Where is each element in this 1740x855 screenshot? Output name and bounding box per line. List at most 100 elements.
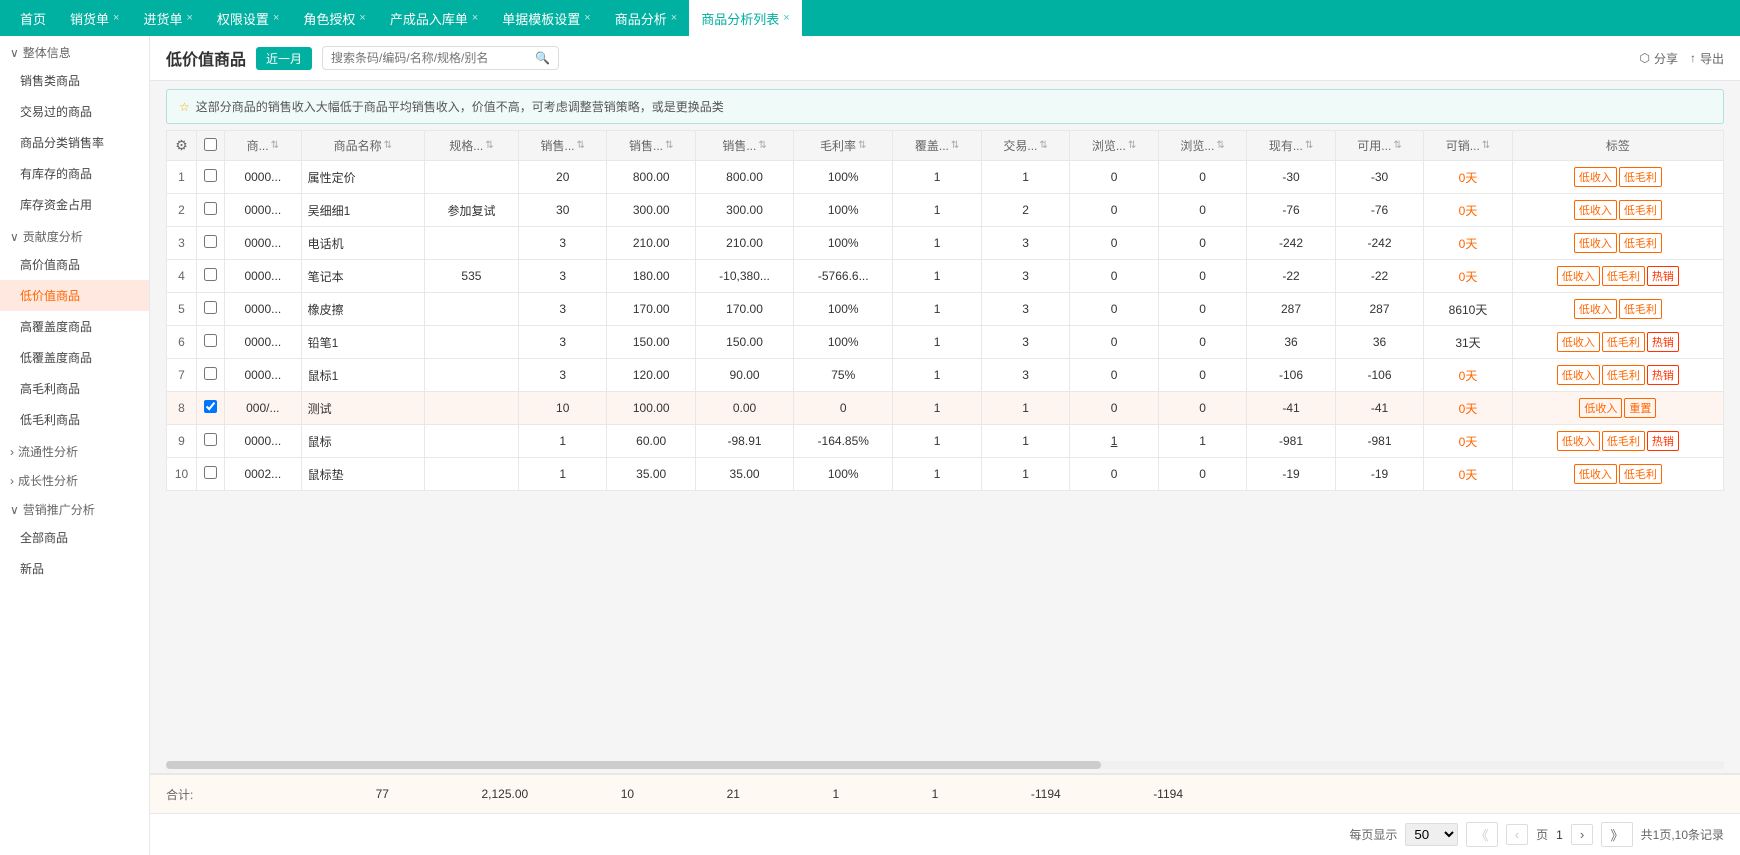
col-margin[interactable]: 毛利率⇅ xyxy=(794,131,893,161)
row-browse1[interactable]: 0 xyxy=(1070,392,1158,425)
sidebar-item-high-margin[interactable]: 高毛利商品 xyxy=(0,373,149,404)
row-select-checkbox[interactable] xyxy=(204,235,217,248)
nav-close-product-analysis[interactable]: × xyxy=(671,12,677,24)
row-select-checkbox[interactable] xyxy=(204,202,217,215)
period-button[interactable]: 近一月 xyxy=(256,47,312,70)
row-checkbox[interactable] xyxy=(197,326,225,359)
nav-product-entry[interactable]: 产成品入库单 × xyxy=(378,0,490,36)
col-trade[interactable]: 交易...⇅ xyxy=(981,131,1069,161)
sidebar-group-overall[interactable]: ∨ 整体信息 xyxy=(0,36,149,65)
row-checkbox[interactable] xyxy=(197,194,225,227)
sidebar-item-stock-capital[interactable]: 库存资金占用 xyxy=(0,189,149,220)
row-browse1[interactable]: 0 xyxy=(1070,227,1158,260)
col-name[interactable]: 商品名称⇅ xyxy=(301,131,424,161)
sidebar-item-in-stock[interactable]: 有库存的商品 xyxy=(0,158,149,189)
first-page-btn[interactable]: 《 xyxy=(1466,822,1497,847)
row-select-checkbox[interactable] xyxy=(204,334,217,347)
sidebar-group-contribution[interactable]: ∨ 贡献度分析 xyxy=(0,220,149,249)
row-browse1[interactable]: 0 xyxy=(1070,326,1158,359)
nav-close-product-entry[interactable]: × xyxy=(472,12,478,24)
nav-close-role[interactable]: × xyxy=(359,12,365,24)
nav-purchase[interactable]: 进货单 × xyxy=(131,0,204,36)
row-checkbox[interactable] xyxy=(197,458,225,491)
row-select-checkbox[interactable] xyxy=(204,466,217,479)
row-browse1[interactable]: 0 xyxy=(1070,359,1158,392)
col-browse1[interactable]: 浏览...⇅ xyxy=(1070,131,1158,161)
col-saleable[interactable]: 可销...⇅ xyxy=(1424,131,1512,161)
nav-product-analysis[interactable]: 商品分析 × xyxy=(603,0,689,36)
col-sales-avg[interactable]: 销售...⇅ xyxy=(695,131,793,161)
row-browse1[interactable]: 0 xyxy=(1070,260,1158,293)
next-page-btn[interactable]: › xyxy=(1571,824,1593,845)
horizontal-scrollbar[interactable] xyxy=(166,761,1724,769)
export-button[interactable]: ↑ 导出 xyxy=(1690,50,1724,67)
share-button[interactable]: ⬡ 分享 xyxy=(1639,50,1678,67)
sidebar-item-low-coverage[interactable]: 低覆盖度商品 xyxy=(0,342,149,373)
col-browse2[interactable]: 浏览...⇅ xyxy=(1158,131,1246,161)
col-sales-amount[interactable]: 销售...⇅ xyxy=(607,131,695,161)
col-current[interactable]: 现有...⇅ xyxy=(1247,131,1335,161)
col-qty[interactable]: 销售...⇅ xyxy=(518,131,606,161)
sidebar-item-low-value[interactable]: 低价值商品 xyxy=(0,280,149,311)
sidebar-item-all-products[interactable]: 全部商品 xyxy=(0,522,149,553)
sidebar-item-high-coverage[interactable]: 高覆盖度商品 xyxy=(0,311,149,342)
sidebar-group-growth[interactable]: › 成长性分析 xyxy=(0,464,149,493)
sort-icon-trade: ⇅ xyxy=(1039,140,1047,151)
search-icon[interactable]: 🔍 xyxy=(535,51,550,65)
browse1-link[interactable]: 1 xyxy=(1111,434,1118,448)
col-coverage[interactable]: 覆盖...⇅ xyxy=(893,131,981,161)
sidebar-item-sales-category[interactable]: 销售类商品 xyxy=(0,65,149,96)
select-all-checkbox[interactable] xyxy=(204,138,217,151)
col-spec[interactable]: 规格...⇅ xyxy=(424,131,518,161)
nav-role[interactable]: 角色授权 × xyxy=(291,0,377,36)
nav-product-analysis-list[interactable]: 商品分析列表 × xyxy=(689,0,801,36)
sidebar-item-new-products[interactable]: 新品 xyxy=(0,553,149,584)
row-browse1[interactable]: 1 xyxy=(1070,425,1158,458)
row-select-checkbox[interactable] xyxy=(204,169,217,182)
row-checkbox[interactable] xyxy=(197,359,225,392)
row-browse1[interactable]: 0 xyxy=(1070,293,1158,326)
row-checkbox[interactable] xyxy=(197,425,225,458)
settings-icon[interactable]: ⚙ xyxy=(175,137,188,153)
sidebar-group-marketing[interactable]: ∨ 营销推广分析 xyxy=(0,493,149,522)
per-page-select[interactable]: 50 100 200 xyxy=(1405,823,1458,846)
row-current: 36 xyxy=(1247,326,1335,359)
sidebar-item-high-value[interactable]: 高价值商品 xyxy=(0,249,149,280)
row-sales-amount: 300.00 xyxy=(607,194,695,227)
row-select-checkbox[interactable] xyxy=(204,268,217,281)
row-checkbox[interactable] xyxy=(197,392,225,425)
last-page-btn[interactable]: 》 xyxy=(1601,822,1632,847)
nav-template[interactable]: 单据模板设置 × xyxy=(490,0,602,36)
row-select-checkbox[interactable] xyxy=(204,301,217,314)
row-checkbox[interactable] xyxy=(197,161,225,194)
nav-close-purchase[interactable]: × xyxy=(186,12,192,24)
nav-sales-order[interactable]: 销货单 × xyxy=(58,0,131,36)
row-browse1[interactable]: 0 xyxy=(1070,458,1158,491)
sidebar-group-flow[interactable]: › 流通性分析 xyxy=(0,435,149,464)
share-icon: ⬡ xyxy=(1639,51,1649,65)
sidebar-item-category-sales-rate[interactable]: 商品分类销售率 xyxy=(0,127,149,158)
table-container[interactable]: ⚙ 商...⇅ 商品名称⇅ 规格...⇅ 销售...⇅ 销售...⇅ 销售...… xyxy=(150,130,1740,761)
scrollbar-thumb[interactable] xyxy=(166,761,1101,769)
nav-home[interactable]: 首页 xyxy=(8,0,58,36)
col-code[interactable]: 商...⇅ xyxy=(225,131,302,161)
search-input[interactable] xyxy=(331,51,531,65)
nav-permission[interactable]: 权限设置 × xyxy=(205,0,291,36)
row-browse1[interactable]: 0 xyxy=(1070,194,1158,227)
row-select-checkbox[interactable] xyxy=(204,433,217,446)
nav-close-list[interactable]: × xyxy=(783,12,789,24)
row-checkbox[interactable] xyxy=(197,293,225,326)
col-available[interactable]: 可用...⇅ xyxy=(1335,131,1423,161)
nav-close-permission[interactable]: × xyxy=(273,12,279,24)
col-gear[interactable]: ⚙ xyxy=(167,131,197,161)
nav-close-sales[interactable]: × xyxy=(113,12,119,24)
row-select-checkbox[interactable] xyxy=(204,400,217,413)
nav-close-template[interactable]: × xyxy=(584,12,590,24)
row-select-checkbox[interactable] xyxy=(204,367,217,380)
prev-page-btn[interactable]: ‹ xyxy=(1506,824,1528,845)
row-browse1[interactable]: 0 xyxy=(1070,161,1158,194)
sidebar-item-traded[interactable]: 交易过的商品 xyxy=(0,96,149,127)
row-checkbox[interactable] xyxy=(197,227,225,260)
row-checkbox[interactable] xyxy=(197,260,225,293)
sidebar-item-low-margin[interactable]: 低毛利商品 xyxy=(0,404,149,435)
